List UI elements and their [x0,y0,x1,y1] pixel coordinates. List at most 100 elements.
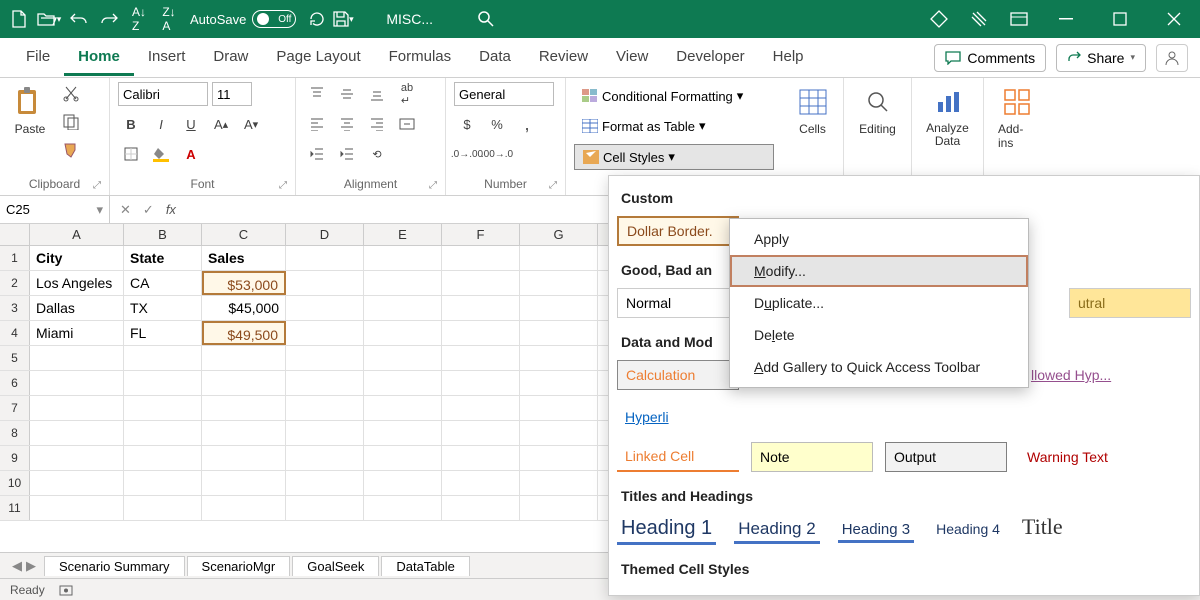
decrease-indent-icon[interactable] [304,142,330,166]
cell[interactable] [520,446,598,470]
row-header[interactable]: 1 [0,246,30,270]
cell[interactable] [442,471,520,495]
comments-button[interactable]: Comments [934,44,1046,72]
style-chip-heading4[interactable]: Heading 4 [932,519,1004,539]
style-chip-heading2[interactable]: Heading 2 [734,517,820,544]
tab-draw[interactable]: Draw [199,40,262,76]
cell[interactable] [364,271,442,295]
cell[interactable] [442,296,520,320]
tab-page-layout[interactable]: Page Layout [262,40,374,76]
tab-view[interactable]: View [602,40,662,76]
conditional-formatting-button[interactable]: Conditional Formatting ▾ [574,84,774,108]
currency-icon[interactable]: $ [454,112,480,136]
cell[interactable] [202,346,286,370]
share-button[interactable]: Share▾ [1056,44,1146,72]
tab-file[interactable]: File [12,40,64,76]
column-header[interactable]: A [30,224,124,245]
copy-icon[interactable] [58,110,84,134]
row-header[interactable]: 4 [0,321,30,345]
cell[interactable]: $45,000 [202,296,286,320]
format-as-table-button[interactable]: Format as Table ▾ [574,114,774,138]
minimize-button[interactable] [1046,0,1086,38]
style-chip-calculation[interactable]: Calculation [617,360,739,390]
sheet-tab[interactable]: GoalSeek [292,556,379,576]
align-right-icon[interactable] [364,112,390,136]
fill-color-icon[interactable] [148,142,174,166]
column-header[interactable]: G [520,224,598,245]
cell[interactable] [364,396,442,420]
cell[interactable] [364,471,442,495]
cell[interactable] [364,246,442,270]
row-header[interactable]: 8 [0,421,30,445]
style-chip-neutral[interactable]: utral [1069,288,1191,318]
cell[interactable] [286,496,364,520]
tab-data[interactable]: Data [465,40,525,76]
tab-review[interactable]: Review [525,40,602,76]
row-header[interactable]: 3 [0,296,30,320]
sheet-nav-prev-icon[interactable]: ◀ [12,558,22,574]
decrease-decimal-icon[interactable]: .00→.0 [484,142,510,166]
cell[interactable] [364,371,442,395]
cell[interactable] [364,496,442,520]
cell[interactable] [442,496,520,520]
cell[interactable]: Dallas [30,296,124,320]
fx-icon[interactable]: fx [166,202,176,217]
cell[interactable] [30,396,124,420]
bold-button[interactable]: B [118,112,144,136]
style-chip-normal[interactable]: Normal [617,288,739,318]
format-painter-icon[interactable] [58,138,84,162]
cell[interactable] [124,446,202,470]
style-chip-note[interactable]: Note [751,442,873,472]
italic-button[interactable]: I [148,112,174,136]
style-chip-warning[interactable]: Warning Text [1019,442,1141,472]
cell[interactable]: Sales [202,246,286,270]
close-button[interactable] [1154,0,1194,38]
ctx-modify[interactable]: Modify... [730,255,1028,287]
cell[interactable] [364,296,442,320]
autosave-toggle[interactable]: AutoSave Off [190,10,296,28]
style-chip-linked-cell[interactable]: Linked Cell [617,442,739,472]
number-format-select[interactable] [454,82,554,106]
cell[interactable]: $49,500 [202,321,286,345]
font-size-select[interactable] [212,82,252,106]
tab-formulas[interactable]: Formulas [375,40,466,76]
search-icon[interactable] [473,6,499,32]
column-header[interactable]: D [286,224,364,245]
row-header[interactable]: 5 [0,346,30,370]
cell[interactable]: City [30,246,124,270]
cell[interactable]: State [124,246,202,270]
cell[interactable] [442,246,520,270]
cell[interactable] [520,421,598,445]
percent-icon[interactable]: % [484,112,510,136]
column-header[interactable]: C [202,224,286,245]
cell[interactable] [202,446,286,470]
cell[interactable] [286,471,364,495]
save-icon[interactable]: ▾ [330,6,356,32]
style-chip-followed-hyperlink[interactable]: llowed Hyp... [1023,360,1133,390]
align-top-icon[interactable] [304,82,330,106]
undo-icon[interactable] [66,6,92,32]
underline-button[interactable]: U [178,112,204,136]
cell[interactable] [202,471,286,495]
increase-font-icon[interactable]: A▴ [208,112,234,136]
tab-developer[interactable]: Developer [662,40,758,76]
cell[interactable] [442,271,520,295]
cell[interactable] [364,421,442,445]
addins-button[interactable]: Add-ins [992,82,1042,154]
cell[interactable] [30,346,124,370]
ribbon-display-icon[interactable] [1006,6,1032,32]
macro-record-icon[interactable] [59,583,73,597]
style-chip-heading1[interactable]: Heading 1 [617,515,716,545]
cell[interactable] [124,371,202,395]
cell[interactable] [30,371,124,395]
style-chip-heading3[interactable]: Heading 3 [838,519,914,543]
redo-icon[interactable] [96,6,122,32]
cell[interactable] [520,271,598,295]
cell[interactable]: TX [124,296,202,320]
sheet-tab[interactable]: Scenario Summary [44,556,185,576]
cell[interactable] [30,446,124,470]
cell[interactable] [442,396,520,420]
cell[interactable]: CA [124,271,202,295]
cell[interactable] [442,421,520,445]
cell[interactable]: FL [124,321,202,345]
